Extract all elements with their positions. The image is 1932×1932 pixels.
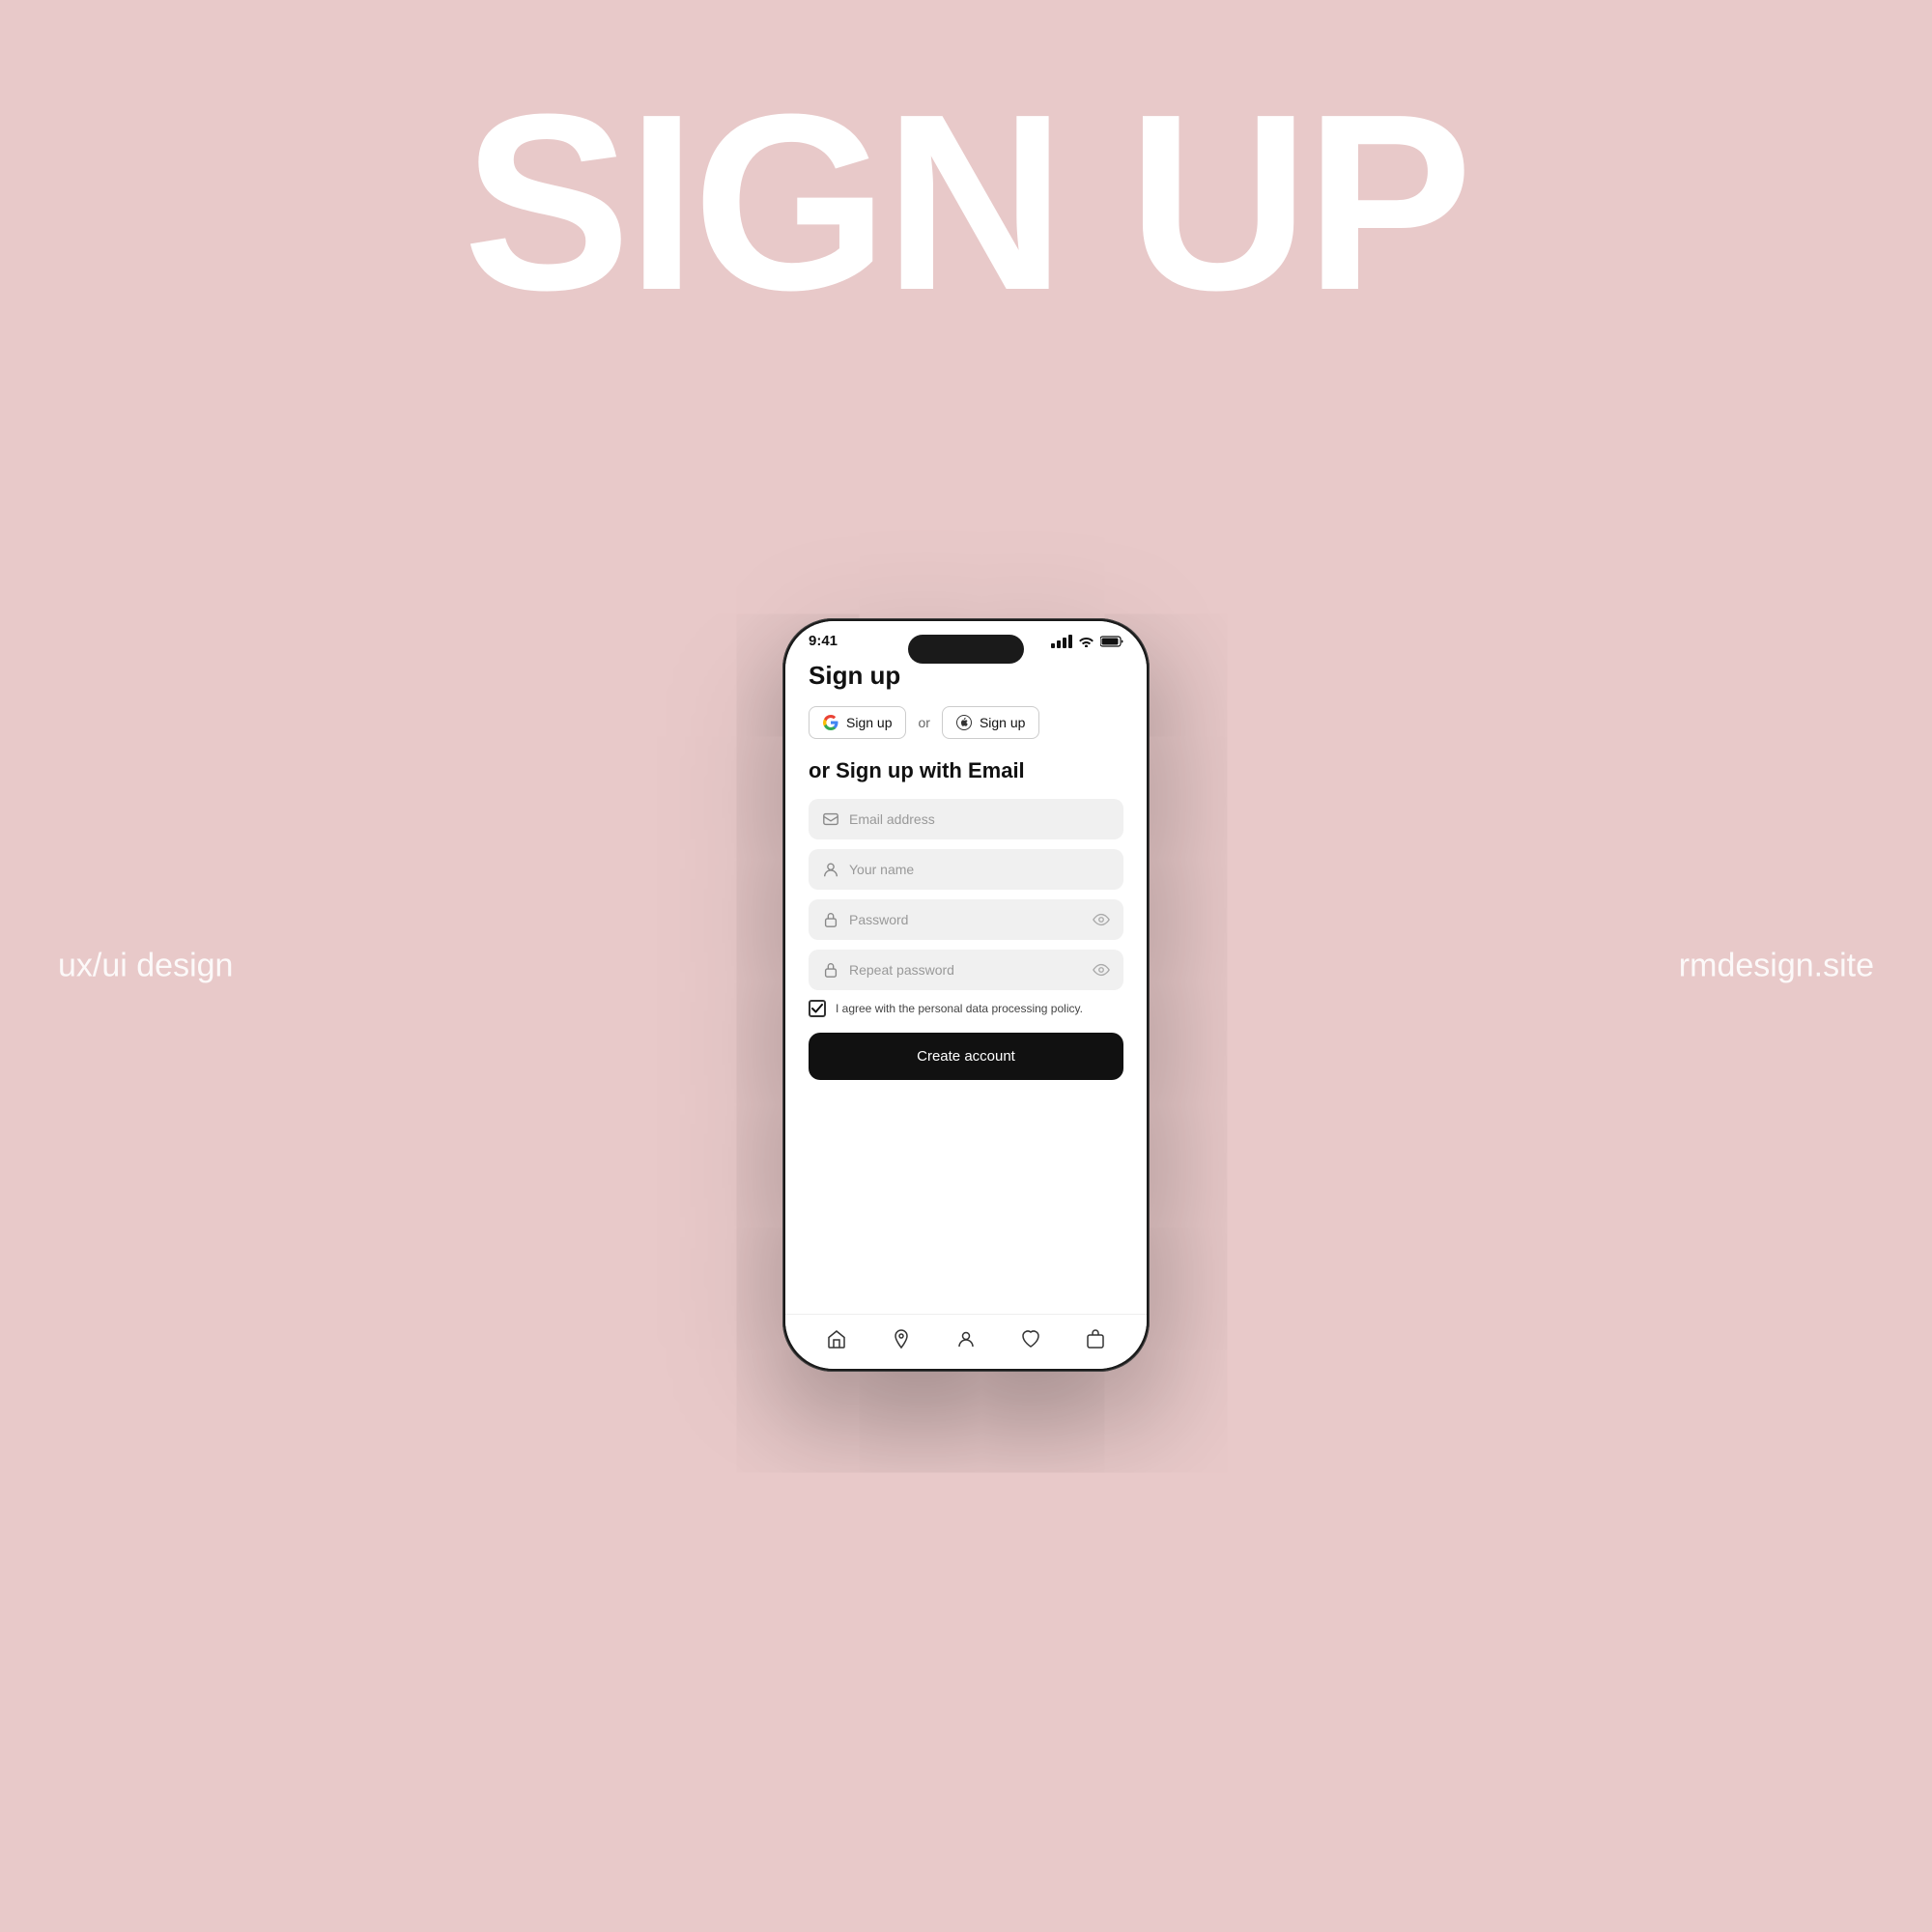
email-field[interactable]: Email address [809, 799, 1123, 839]
google-signup-button[interactable]: Sign up [809, 706, 906, 739]
repeat-password-placeholder: Repeat password [849, 962, 1083, 978]
email-section-heading: or Sign up with Email [809, 758, 1123, 783]
status-icons [1051, 635, 1123, 648]
user-icon [822, 861, 839, 878]
password-eye-icon[interactable] [1093, 911, 1110, 928]
lock-icon [822, 911, 839, 928]
or-divider: or [918, 715, 929, 730]
checkmark-icon [811, 1004, 823, 1013]
side-text-left: ux/ui design [58, 948, 233, 985]
password-field[interactable]: Password [809, 899, 1123, 940]
signal-icon [1051, 635, 1072, 648]
background-title: SIGN UP [463, 77, 1468, 328]
google-signup-label: Sign up [846, 715, 892, 730]
apple-signup-button[interactable]: Sign up [942, 706, 1039, 739]
email-placeholder: Email address [849, 811, 1110, 827]
policy-checkbox[interactable] [809, 1000, 826, 1017]
email-icon [822, 810, 839, 828]
screen-content: Sign up Sign up or [785, 653, 1147, 1314]
create-account-button[interactable]: Create account [809, 1033, 1123, 1080]
apple-icon [956, 715, 972, 730]
bottom-nav [785, 1314, 1147, 1369]
policy-label: I agree with the personal data processin… [836, 1002, 1083, 1015]
name-field[interactable]: Your name [809, 849, 1123, 890]
nav-heart-icon[interactable] [1020, 1328, 1041, 1350]
nav-bag-icon[interactable] [1085, 1328, 1106, 1350]
dynamic-island [908, 635, 1024, 664]
lock-icon-repeat [822, 961, 839, 979]
nav-location-icon[interactable] [891, 1328, 912, 1350]
page-title: Sign up [809, 661, 1123, 691]
social-buttons-row: Sign up or Sign up [809, 706, 1123, 739]
repeat-password-field[interactable]: Repeat password [809, 950, 1123, 990]
google-icon [823, 715, 838, 730]
side-text-right: rmdesign.site [1679, 948, 1874, 985]
wifi-icon [1078, 635, 1094, 647]
repeat-password-eye-icon[interactable] [1093, 961, 1110, 979]
battery-icon [1100, 636, 1123, 647]
nav-profile-icon[interactable] [955, 1328, 977, 1350]
policy-checkbox-row[interactable]: I agree with the personal data processin… [809, 1000, 1123, 1017]
status-time: 9:41 [809, 633, 838, 649]
password-placeholder: Password [849, 912, 1083, 927]
phone-mockup: 9:41 [782, 618, 1150, 1372]
name-placeholder: Your name [849, 862, 1110, 877]
apple-signup-label: Sign up [980, 715, 1025, 730]
nav-home-icon[interactable] [826, 1328, 847, 1350]
